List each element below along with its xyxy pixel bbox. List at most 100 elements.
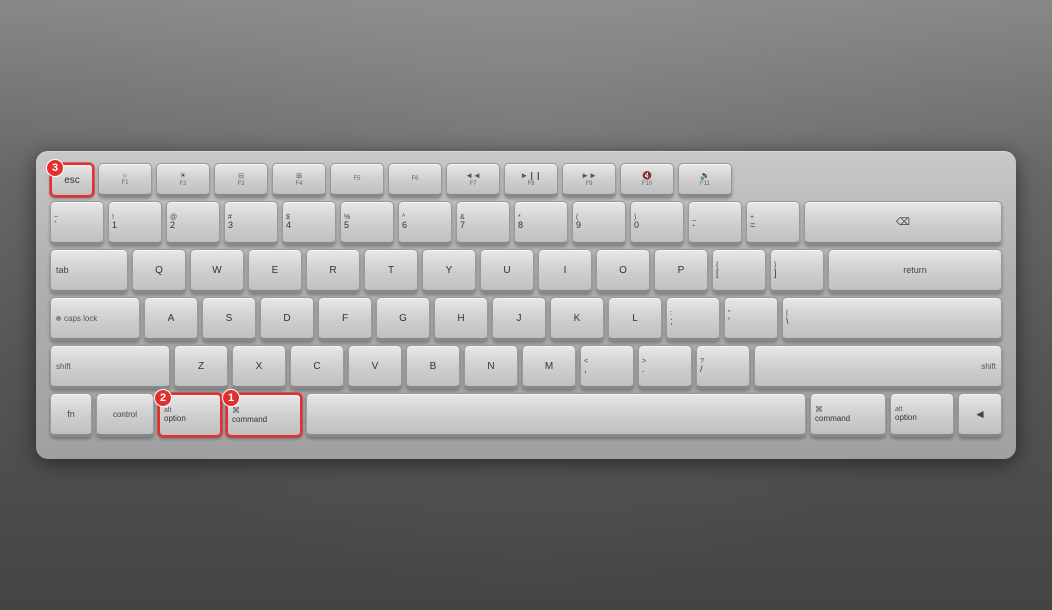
keyboard-image: 3 esc ☼ F1 ☀ F2 ⊟ F3 (0, 0, 1052, 610)
keyboard-body: 3 esc ☼ F1 ☀ F2 ⊟ F3 (36, 151, 1016, 459)
period-key[interactable]: > . (638, 345, 692, 389)
quote-key[interactable]: " ' (724, 297, 778, 341)
f10-key[interactable]: 🔇 F10 (620, 163, 674, 197)
a-label: A (168, 313, 175, 324)
f6-key[interactable]: F6 (388, 163, 442, 197)
6-bottom: 6 (399, 221, 407, 232)
semicolon-key[interactable]: : ; (666, 297, 720, 341)
minus-bottom: - (689, 221, 695, 232)
b-key[interactable]: B (406, 345, 460, 389)
9-key[interactable]: ( 9 (572, 201, 626, 245)
badge-3: 3 (46, 159, 64, 177)
fn-key[interactable]: fn (50, 393, 92, 437)
m-key[interactable]: M (522, 345, 576, 389)
esc-label: esc (64, 175, 80, 186)
3-key[interactable]: # 3 (224, 201, 278, 245)
d-key[interactable]: D (260, 297, 314, 341)
i-key[interactable]: I (538, 249, 592, 293)
bracket-open-key[interactable]: { [ (712, 249, 766, 293)
4-bottom: 4 (283, 221, 291, 232)
c-key[interactable]: C (290, 345, 344, 389)
left-command-key[interactable]: 1 ⌘ command (226, 393, 302, 437)
8-bottom: 8 (515, 221, 523, 232)
control-key[interactable]: control (96, 393, 154, 437)
backspace-key[interactable]: ⌫ (804, 201, 1002, 245)
z-key[interactable]: Z (174, 345, 228, 389)
f-key[interactable]: F (318, 297, 372, 341)
bracket-close-key[interactable]: } ] (770, 249, 824, 293)
u-label: U (503, 265, 510, 276)
right-shift-key[interactable]: shift (754, 345, 1002, 389)
f2-key[interactable]: ☀ F2 (156, 163, 210, 197)
f7-key[interactable]: ◄◄ F7 (446, 163, 500, 197)
n-key[interactable]: N (464, 345, 518, 389)
r-key[interactable]: R (306, 249, 360, 293)
badge-2: 2 (154, 389, 172, 407)
m-label: M (545, 361, 553, 372)
tab-key[interactable]: tab (50, 249, 128, 293)
x-key[interactable]: X (232, 345, 286, 389)
4-key[interactable]: $ 4 (282, 201, 336, 245)
q-key[interactable]: Q (132, 249, 186, 293)
1-bottom: 1 (109, 221, 117, 232)
f1-key[interactable]: ☼ F1 (98, 163, 152, 197)
left-option-key[interactable]: 2 alt option (158, 393, 222, 437)
l-key[interactable]: L (608, 297, 662, 341)
equals-key[interactable]: + = (746, 201, 800, 245)
w-label: W (212, 265, 221, 276)
6-key[interactable]: ^ 6 (398, 201, 452, 245)
k-key[interactable]: K (550, 297, 604, 341)
minus-key[interactable]: _ - (688, 201, 742, 245)
zxcv-key-row: shift Z X C V B N M < , > . ? / shift (50, 345, 1002, 389)
k-label: K (574, 313, 581, 324)
right-option-key[interactable]: alt option (890, 393, 954, 437)
w-key[interactable]: W (190, 249, 244, 293)
backslash-key[interactable]: | \ (782, 297, 1002, 341)
g-key[interactable]: G (376, 297, 430, 341)
y-key[interactable]: Y (422, 249, 476, 293)
7-key[interactable]: & 7 (456, 201, 510, 245)
0-key[interactable]: ) 0 (630, 201, 684, 245)
v-key[interactable]: V (348, 345, 402, 389)
f9-key[interactable]: ►► F9 (562, 163, 616, 197)
5-key[interactable]: % 5 (340, 201, 394, 245)
equals-bottom: = (747, 221, 755, 232)
o-key[interactable]: O (596, 249, 650, 293)
a-key[interactable]: A (144, 297, 198, 341)
f4-key[interactable]: ⊞ F4 (272, 163, 326, 197)
esc-key[interactable]: 3 esc (50, 163, 94, 197)
s-label: S (226, 313, 233, 324)
t-key[interactable]: T (364, 249, 418, 293)
o-label: O (619, 265, 627, 276)
left-shift-key[interactable]: shift (50, 345, 170, 389)
j-key[interactable]: J (492, 297, 546, 341)
2-key[interactable]: @ 2 (166, 201, 220, 245)
1-key[interactable]: ! 1 (108, 201, 162, 245)
v-label: V (372, 361, 379, 372)
8-key[interactable]: * 8 (514, 201, 568, 245)
f5-key[interactable]: F5 (330, 163, 384, 197)
asdf-key-row: caps lock A S D F G H J K L : ; " ' | \ (50, 297, 1002, 341)
7-bottom: 7 (457, 221, 465, 232)
z-label: Z (198, 361, 204, 372)
u-key[interactable]: U (480, 249, 534, 293)
3-bottom: 3 (225, 221, 233, 232)
backtick-key[interactable]: ~ ` (50, 201, 104, 245)
h-key[interactable]: H (434, 297, 488, 341)
f3-key[interactable]: ⊟ F3 (214, 163, 268, 197)
number-key-row: ~ ` ! 1 @ 2 # 3 $ 4 % 5 (50, 201, 1002, 245)
arrow-left-key[interactable]: ◄ (958, 393, 1002, 437)
f11-key[interactable]: 🔉 F11 (678, 163, 732, 197)
comma-key[interactable]: < , (580, 345, 634, 389)
s-key[interactable]: S (202, 297, 256, 341)
t-label: T (388, 265, 394, 276)
caps-lock-key[interactable]: caps lock (50, 297, 140, 341)
slash-key[interactable]: ? / (696, 345, 750, 389)
right-command-key[interactable]: ⌘ command (810, 393, 886, 437)
return-key[interactable]: return (828, 249, 1002, 293)
f8-key[interactable]: ►❙❙ F8 (504, 163, 558, 197)
e-key[interactable]: E (248, 249, 302, 293)
2-bottom: 2 (167, 221, 175, 232)
p-key[interactable]: P (654, 249, 708, 293)
space-key[interactable] (306, 393, 806, 437)
